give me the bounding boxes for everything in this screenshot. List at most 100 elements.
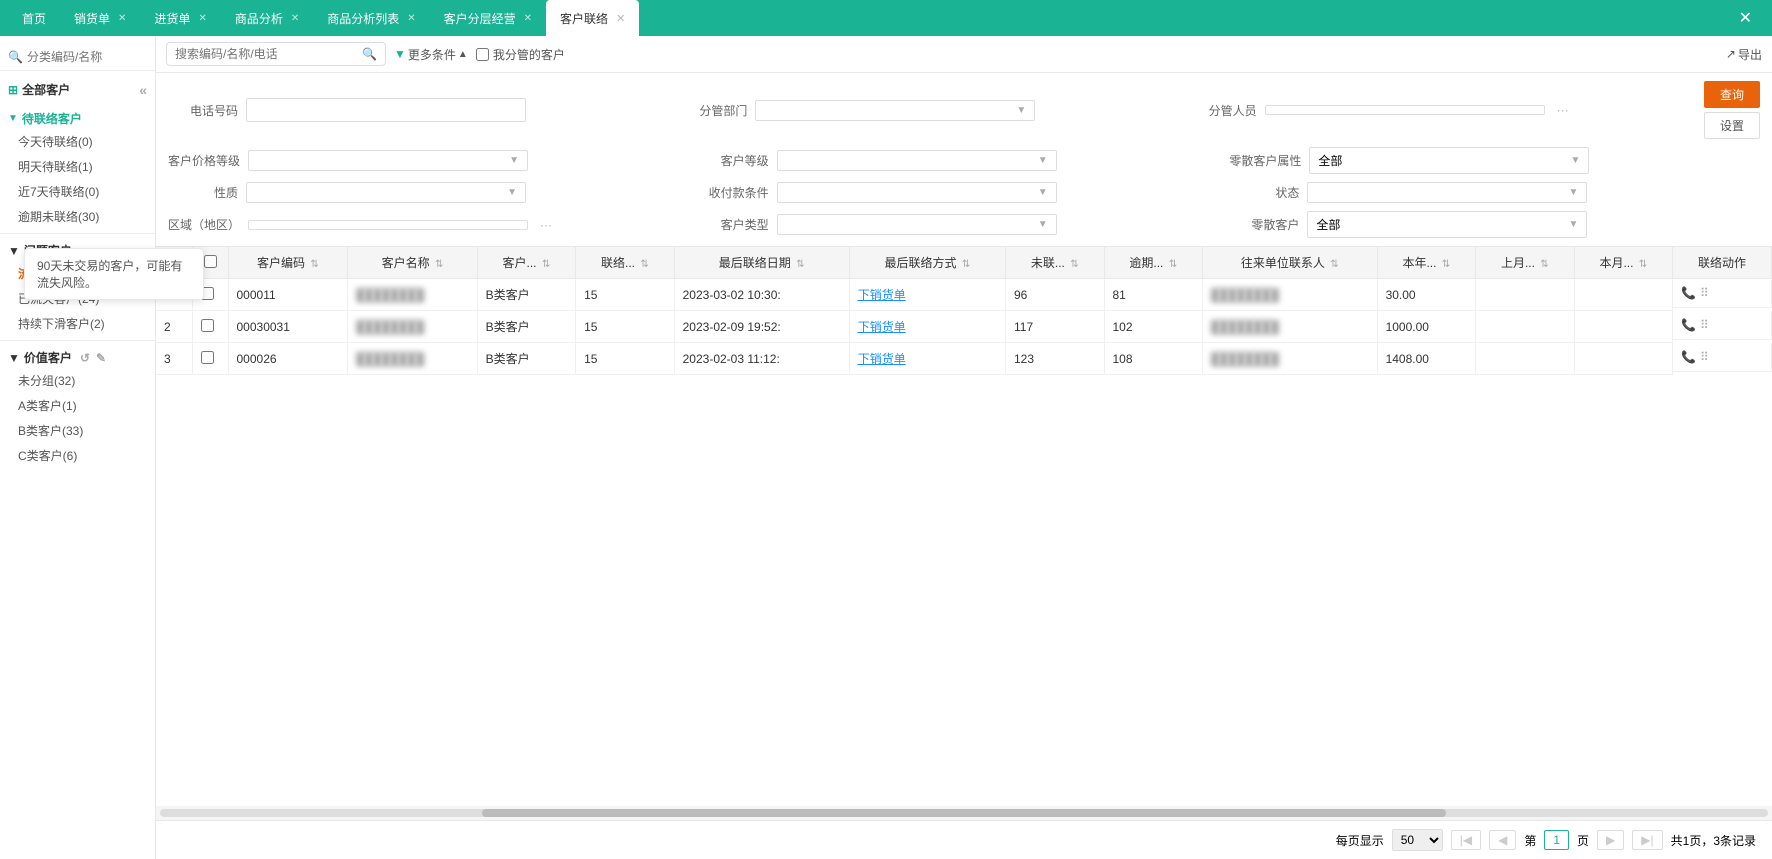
th-contacts-sort[interactable]: ⇅ <box>640 259 648 270</box>
my-customers-checkbox[interactable]: 我分管的客户 <box>476 46 565 63</box>
th-year-label: 本年... <box>1402 256 1436 270</box>
first-page-btn[interactable]: |◀ <box>1451 830 1481 850</box>
tab-home[interactable]: 首页 <box>8 0 60 36</box>
sidebar-search-box: 🔍 <box>0 44 155 71</box>
query-button[interactable]: 查询 <box>1704 81 1760 108</box>
action-more-icon[interactable]: ⠿ <box>1700 350 1709 364</box>
sidebar-collapse-icon[interactable]: « <box>139 82 147 98</box>
th-code-label: 客户编码 <box>257 256 305 270</box>
action-more-icon[interactable]: ⠿ <box>1700 286 1709 300</box>
tab-customer-contact-close[interactable]: ✕ <box>616 12 625 25</box>
my-customers-check[interactable] <box>476 48 489 61</box>
th-contact-person-sort[interactable]: ⇅ <box>1330 259 1338 270</box>
payment-select[interactable]: ▼ <box>777 182 1057 203</box>
row-action[interactable]: 📞 ⠿ <box>1673 279 1771 308</box>
tab-sales-close[interactable]: ✕ <box>118 13 126 24</box>
more-conditions-btn[interactable]: ▼ 更多条件 ▲ <box>394 46 468 63</box>
per-page-select[interactable]: 50 100 <box>1392 829 1443 851</box>
th-last-date-sort[interactable]: ⇅ <box>796 259 804 270</box>
row-select-check[interactable] <box>201 319 214 332</box>
tab-purchase[interactable]: 进货单 ✕ <box>140 0 220 36</box>
sidebar-all-customers[interactable]: ⊞ 全部客户 « <box>0 75 155 104</box>
row-last-date: 2023-02-03 11:12: <box>674 343 849 375</box>
nature-select[interactable]: ▼ <box>246 182 526 203</box>
th-uncontacted-sort[interactable]: ⇅ <box>1070 259 1078 270</box>
last-page-btn[interactable]: ▶| <box>1632 830 1662 850</box>
region-select[interactable] <box>248 220 528 230</box>
sidebar-group-pending[interactable]: ▼ 待联络客户 <box>0 104 155 129</box>
th-overdue-sort[interactable]: ⇅ <box>1169 259 1177 270</box>
last-method-link[interactable]: 下销货单 <box>858 288 906 302</box>
status-select[interactable]: ▼ <box>1307 182 1587 203</box>
value-group-refresh[interactable]: ↺ <box>80 351 90 365</box>
tab-purchase-close[interactable]: ✕ <box>198 13 206 24</box>
zero-customer-select[interactable]: 全部 ▼ <box>1307 211 1587 238</box>
action-more-icon[interactable]: ⠿ <box>1700 318 1709 332</box>
sidebar-item-7days-pending[interactable]: 近7天待联络(0) <box>0 179 155 204</box>
person-more-dots[interactable]: ··· <box>1557 103 1569 117</box>
customer-grade-select[interactable]: ▼ <box>777 150 1057 171</box>
search-submit-icon[interactable]: 🔍 <box>362 47 377 61</box>
sidebar-item-ungrouped[interactable]: 未分组(32) <box>0 368 155 393</box>
th-year-sort[interactable]: ⇅ <box>1442 259 1450 270</box>
th-type-sort[interactable]: ⇅ <box>542 259 550 270</box>
row-action[interactable]: 📞 ⠿ <box>1673 311 1771 340</box>
tab-product-analysis[interactable]: 商品分析 ✕ <box>221 0 313 36</box>
last-method-link[interactable]: 下销货单 <box>858 352 906 366</box>
scrollbar-thumb[interactable] <box>482 809 1447 817</box>
window-close-btn[interactable]: ✕ <box>1727 8 1764 28</box>
sidebar-search-input[interactable] <box>27 50 147 64</box>
tab-customer-tier-close[interactable]: ✕ <box>524 13 532 24</box>
th-last-month-sort[interactable]: ⇅ <box>1540 259 1548 270</box>
person-select[interactable] <box>1265 105 1545 115</box>
region-more-dots[interactable]: ··· <box>540 218 552 232</box>
price-grade-select[interactable]: ▼ <box>248 150 528 171</box>
sidebar-item-b-class[interactable]: B类客户(33) <box>0 418 155 443</box>
dept-select[interactable]: ▼ <box>755 100 1035 121</box>
search-input[interactable] <box>175 47 358 61</box>
tab-customer-contact[interactable]: 客户联络 ✕ <box>546 0 639 36</box>
sidebar-item-a-class[interactable]: A类客户(1) <box>0 393 155 418</box>
th-last-method: 最后联络方式 ⇅ <box>849 247 1005 279</box>
filter-icon: ▼ <box>394 47 406 61</box>
table-row: 1 000011 ████████ B类客户 15 2023-03-02 10:… <box>156 279 1772 311</box>
action-phone-icon[interactable]: 📞 <box>1681 318 1696 332</box>
tab-product-list[interactable]: 商品分析列表 ✕ <box>313 0 429 36</box>
th-name-sort[interactable]: ⇅ <box>435 259 443 270</box>
last-method-link[interactable]: 下销货单 <box>858 320 906 334</box>
sidebar-divider-2 <box>0 340 155 341</box>
main-layout: 🔍 ⊞ 全部客户 « ▼ 待联络客户 今天待联络(0) 明天待联络(1) 近7天… <box>0 36 1772 859</box>
row-action[interactable]: 📞 ⠿ <box>1673 343 1771 372</box>
prev-page-btn[interactable]: ◀ <box>1489 830 1516 850</box>
tab-product-list-close[interactable]: ✕ <box>407 13 415 24</box>
th-this-month-sort[interactable]: ⇅ <box>1639 259 1647 270</box>
zero-attr-select[interactable]: 全部 ▼ <box>1309 147 1589 174</box>
phone-input[interactable] <box>246 98 526 122</box>
select-all-checkbox[interactable] <box>204 255 217 268</box>
value-group-edit[interactable]: ✎ <box>96 351 106 365</box>
sidebar-item-today-pending[interactable]: 今天待联络(0) <box>0 129 155 154</box>
tab-product-analysis-close[interactable]: ✕ <box>291 13 299 24</box>
grid-icon: ⊞ <box>8 83 18 97</box>
sidebar-item-declining[interactable]: 持续下滑客户(2) <box>0 311 155 336</box>
sidebar-item-tomorrow-pending[interactable]: 明天待联络(1) <box>0 154 155 179</box>
horizontal-scrollbar[interactable] <box>156 806 1772 820</box>
tab-customer-tier[interactable]: 客户分层经营 ✕ <box>430 0 546 36</box>
settings-button[interactable]: 设置 <box>1704 112 1760 139</box>
export-btn[interactable]: ↗ 导出 <box>1726 46 1762 63</box>
filter-customer-type: 客户类型 ▼ <box>699 214 1230 235</box>
th-code-sort[interactable]: ⇅ <box>310 259 318 270</box>
sidebar-item-overdue-pending[interactable]: 逾期未联络(30) <box>0 204 155 229</box>
next-page-btn[interactable]: ▶ <box>1597 830 1624 850</box>
th-last-method-sort[interactable]: ⇅ <box>962 259 970 270</box>
row-checkbox[interactable] <box>192 311 228 343</box>
action-phone-icon[interactable]: 📞 <box>1681 286 1696 300</box>
sidebar-item-c-class[interactable]: C类客户(6) <box>0 443 155 468</box>
row-select-check[interactable] <box>201 351 214 364</box>
sidebar-group-value[interactable]: ▼ 价值客户 ↺ ✎ <box>0 345 155 368</box>
customer-type-select[interactable]: ▼ <box>777 214 1057 235</box>
row-checkbox[interactable] <box>192 343 228 375</box>
tab-sales[interactable]: 销货单 ✕ <box>60 0 140 36</box>
action-phone-icon[interactable]: 📞 <box>1681 350 1696 364</box>
customer-type-label: 客户类型 <box>699 216 769 233</box>
